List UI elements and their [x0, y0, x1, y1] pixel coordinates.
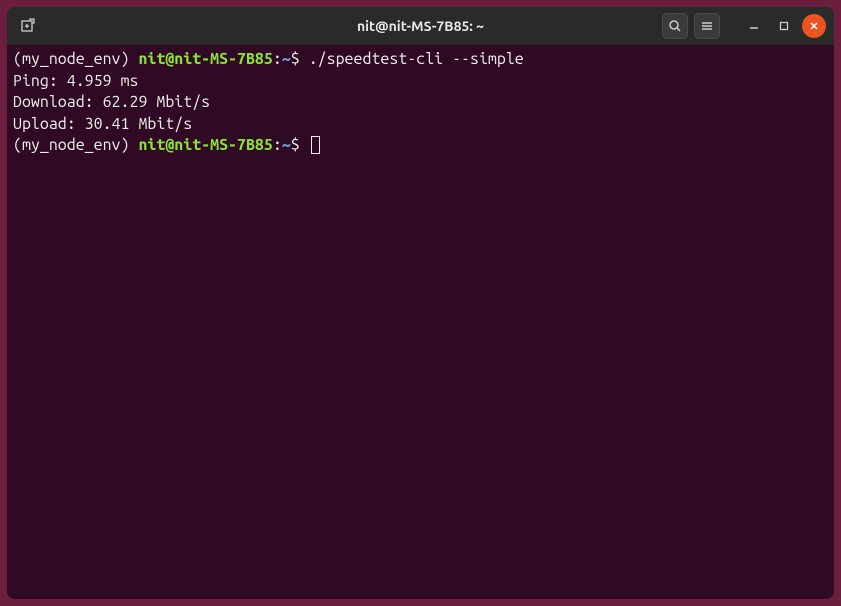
- close-icon: [809, 21, 819, 31]
- prompt-line: (my_node_env) nit@nit-MS-7B85:~$ ./speed…: [13, 49, 828, 71]
- search-button[interactable]: [662, 13, 688, 39]
- minimize-icon: [749, 21, 759, 31]
- maximize-icon: [779, 21, 789, 31]
- env-prefix: (my_node_env): [13, 136, 138, 154]
- titlebar-right: [662, 13, 826, 39]
- titlebar-left: [15, 13, 41, 39]
- output-line: Ping: 4.959 ms: [13, 71, 828, 93]
- user-host: nit@nit-MS-7B85: [138, 136, 272, 154]
- terminal-body[interactable]: (my_node_env) nit@nit-MS-7B85:~$ ./speed…: [7, 45, 834, 599]
- hamburger-icon: [700, 19, 714, 33]
- user-host: nit@nit-MS-7B85: [138, 50, 272, 68]
- close-button[interactable]: [802, 14, 826, 38]
- output-line: Upload: 30.41 Mbit/s: [13, 114, 828, 136]
- titlebar: nit@nit-MS-7B85: ~: [7, 7, 834, 45]
- prompt-line: (my_node_env) nit@nit-MS-7B85:~$: [13, 135, 828, 157]
- window-title: nit@nit-MS-7B85: ~: [357, 18, 484, 34]
- cursor: [311, 136, 320, 154]
- minimize-button[interactable]: [742, 14, 766, 38]
- menu-button[interactable]: [694, 13, 720, 39]
- cwd-path: ~: [282, 136, 291, 154]
- new-tab-button[interactable]: [15, 13, 41, 39]
- search-icon: [668, 19, 682, 33]
- new-tab-icon: [20, 18, 36, 34]
- terminal-window: nit@nit-MS-7B85: ~: [7, 7, 834, 599]
- maximize-button[interactable]: [772, 14, 796, 38]
- command-text: ./speedtest-cli --simple: [309, 50, 524, 68]
- env-prefix: (my_node_env): [13, 50, 138, 68]
- output-line: Download: 62.29 Mbit/s: [13, 92, 828, 114]
- cwd-path: ~: [282, 50, 291, 68]
